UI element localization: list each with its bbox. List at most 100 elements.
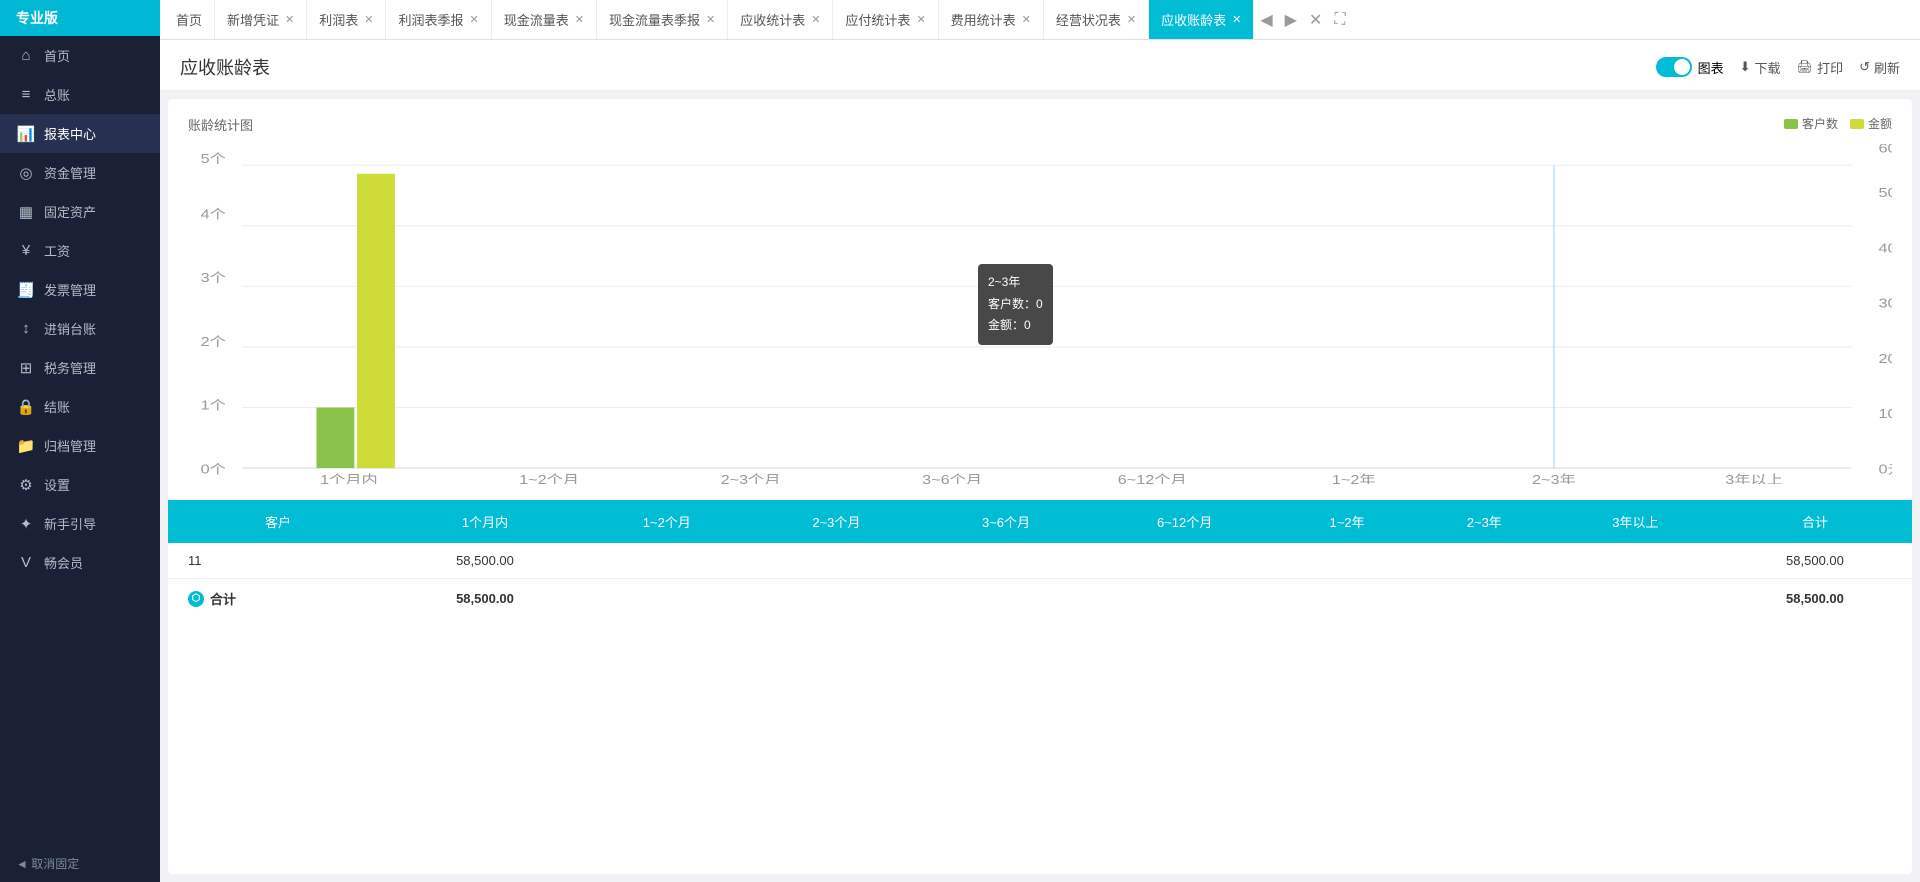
total-icon: ⬡ — [188, 591, 204, 607]
toggle-track[interactable] — [1656, 57, 1692, 77]
sidebar-item-member[interactable]: V 畅会员 — [0, 543, 160, 582]
table-footer-row: ⬡ 合计 58,500.00 58,500.00 — [168, 579, 1912, 619]
sidebar-item-guide[interactable]: ✦ 新手引导 — [0, 504, 160, 543]
svg-text:50,000.00元: 50,000.00元 — [1878, 187, 1892, 201]
close-account-icon: 🔒 — [16, 398, 36, 416]
sidebar-label-inventory: 进销台账 — [44, 319, 96, 338]
sidebar-item-settings[interactable]: ⚙ 设置 — [0, 465, 160, 504]
tab-profit-quarterly[interactable]: 利润表季报 ✕ — [386, 0, 491, 40]
content-area: 账龄统计图 客户数 金额 0个 1个 2个 3个 4个 — [168, 99, 1912, 874]
chart-legend: 客户数 金额 — [1784, 115, 1892, 132]
download-button[interactable]: ⬇ 下载 — [1740, 58, 1781, 77]
sidebar-item-invoice[interactable]: 🧾 发票管理 — [0, 270, 160, 309]
sidebar-item-ledger[interactable]: ≡ 总账 — [0, 75, 160, 114]
tab-cashflow[interactable]: 现金流量表 ✕ — [492, 0, 597, 40]
sidebar-item-report[interactable]: 📊 报表中心 — [0, 114, 160, 153]
data-table: 客户 1个月内 1~2个月 2~3个月 3~6个月 6~12个月 1~2年 2~… — [168, 500, 1912, 618]
tab-home[interactable]: 首页 — [164, 0, 215, 40]
tab-business-stat-close[interactable]: ✕ — [1127, 13, 1136, 26]
row-y3 — [1416, 543, 1553, 579]
print-label: 打印 — [1817, 58, 1843, 77]
svg-text:4个: 4个 — [201, 207, 227, 222]
sidebar-label-salary: 工资 — [44, 241, 70, 260]
svg-text:2~3个月: 2~3个月 — [721, 473, 781, 484]
svg-text:10,000.00元: 10,000.00元 — [1878, 408, 1892, 422]
tab-profit-close[interactable]: ✕ — [364, 13, 373, 26]
sidebar-logo: 专业版 — [0, 0, 160, 36]
print-button[interactable]: 🖨 打印 — [1797, 58, 1844, 77]
svg-text:1~2个月: 1~2个月 — [519, 473, 579, 484]
sidebar-item-inventory[interactable]: ↕ 进销台账 — [0, 309, 160, 348]
tab-business-stat[interactable]: 经营状况表 ✕ — [1044, 0, 1149, 40]
download-label: 下载 — [1755, 58, 1781, 77]
print-icon: 🖨 — [1797, 59, 1814, 75]
tab-payable-stat-close[interactable]: ✕ — [916, 13, 925, 26]
col-y3: 2~3年 — [1416, 500, 1553, 543]
sidebar-item-home[interactable]: ⌂ 首页 — [0, 36, 160, 75]
footer-m12 — [1091, 579, 1279, 619]
report-icon: 📊 — [16, 125, 36, 143]
col-y2: 1~2年 — [1278, 500, 1415, 543]
header-actions: 图表 ⬇ 下载 🖨 打印 ↺ 刷新 — [1656, 57, 1900, 77]
row-m1: 58,500.00 — [388, 543, 582, 579]
chart-toggle[interactable]: 图表 — [1656, 57, 1724, 77]
sidebar-item-fund[interactable]: ◎ 资金管理 — [0, 153, 160, 192]
col-m12: 6~12个月 — [1091, 500, 1279, 543]
tab-payable-stat-label: 应付统计表 — [845, 10, 910, 29]
legend-amount-label: 金额 — [1868, 115, 1892, 132]
tax-icon: ⊞ — [16, 359, 36, 377]
tab-expense-stat[interactable]: 费用统计表 ✕ — [939, 0, 1044, 40]
sidebar-item-close[interactable]: 🔒 结账 — [0, 387, 160, 426]
tab-expense-stat-label: 费用统计表 — [951, 10, 1016, 29]
legend-customers: 客户数 — [1784, 115, 1838, 132]
sidebar-item-archive[interactable]: 📁 归档管理 — [0, 426, 160, 465]
archive-icon: 📁 — [16, 437, 36, 455]
chart-section: 账龄统计图 客户数 金额 0个 1个 2个 3个 4个 — [168, 99, 1912, 500]
tab-close-all-button[interactable]: ✕ — [1303, 0, 1328, 40]
row-y3plus — [1553, 543, 1718, 579]
footer-y3plus — [1553, 579, 1718, 619]
page-header: 应收账龄表 图表 ⬇ 下载 🖨 打印 ↺ 刷新 — [160, 40, 1920, 91]
svg-text:3年以上: 3年以上 — [1725, 473, 1783, 484]
tab-receivable-stat[interactable]: 应收统计表 ✕ — [728, 0, 833, 40]
col-customer: 客户 — [168, 500, 388, 543]
tab-aging[interactable]: 应收账龄表 ✕ — [1149, 0, 1254, 40]
tab-bar: 首页 新增凭证 ✕ 利润表 ✕ 利润表季报 ✕ 现金流量表 ✕ 现金流量表季报 … — [160, 0, 1920, 40]
svg-text:0个: 0个 — [201, 462, 227, 477]
table-row: 11 58,500.00 58,500.00 — [168, 543, 1912, 579]
refresh-label: 刷新 — [1874, 58, 1900, 77]
row-m3 — [752, 543, 922, 579]
sidebar-pin-toggle[interactable]: ◄ 取消固定 — [0, 845, 160, 882]
tab-prev-button[interactable]: ◀ — [1254, 0, 1278, 40]
tab-cashflow-quarterly-close[interactable]: ✕ — [706, 13, 715, 26]
sidebar-label-ledger: 总账 — [44, 85, 70, 104]
tab-profit-quarterly-close[interactable]: ✕ — [470, 13, 479, 26]
refresh-icon: ↺ — [1859, 59, 1870, 75]
sidebar-item-asset[interactable]: ▦ 固定资产 — [0, 192, 160, 231]
tab-expense-stat-close[interactable]: ✕ — [1022, 13, 1031, 26]
tab-profit[interactable]: 利润表 ✕ — [307, 0, 386, 40]
tab-expand-button[interactable]: ⛶ — [1328, 0, 1351, 40]
col-total: 合计 — [1718, 500, 1912, 543]
sidebar-label-tax: 税务管理 — [44, 358, 96, 377]
tab-receivable-stat-close[interactable]: ✕ — [811, 13, 820, 26]
tab-voucher[interactable]: 新增凭证 ✕ — [215, 0, 307, 40]
footer-y2 — [1278, 579, 1415, 619]
refresh-button[interactable]: ↺ 刷新 — [1859, 58, 1900, 77]
tab-cashflow-quarterly[interactable]: 现金流量表季报 ✕ — [597, 0, 728, 40]
svg-text:2个: 2个 — [201, 335, 227, 350]
tab-payable-stat[interactable]: 应付统计表 ✕ — [833, 0, 938, 40]
sidebar-item-tax[interactable]: ⊞ 税务管理 — [0, 348, 160, 387]
tab-receivable-stat-label: 应收统计表 — [740, 10, 805, 29]
tab-aging-close[interactable]: ✕ — [1232, 13, 1241, 26]
tab-cashflow-quarterly-label: 现金流量表季报 — [609, 10, 700, 29]
svg-text:1个: 1个 — [201, 398, 227, 413]
toggle-thumb — [1674, 59, 1690, 75]
tab-cashflow-close[interactable]: ✕ — [575, 13, 584, 26]
col-m2: 1~2个月 — [582, 500, 752, 543]
tab-next-button[interactable]: ▶ — [1279, 0, 1303, 40]
tab-aging-label: 应收账龄表 — [1161, 10, 1226, 29]
svg-text:40,000.00元: 40,000.00元 — [1878, 242, 1892, 256]
tab-voucher-close[interactable]: ✕ — [285, 13, 294, 26]
sidebar-item-salary[interactable]: ¥ 工资 — [0, 231, 160, 270]
